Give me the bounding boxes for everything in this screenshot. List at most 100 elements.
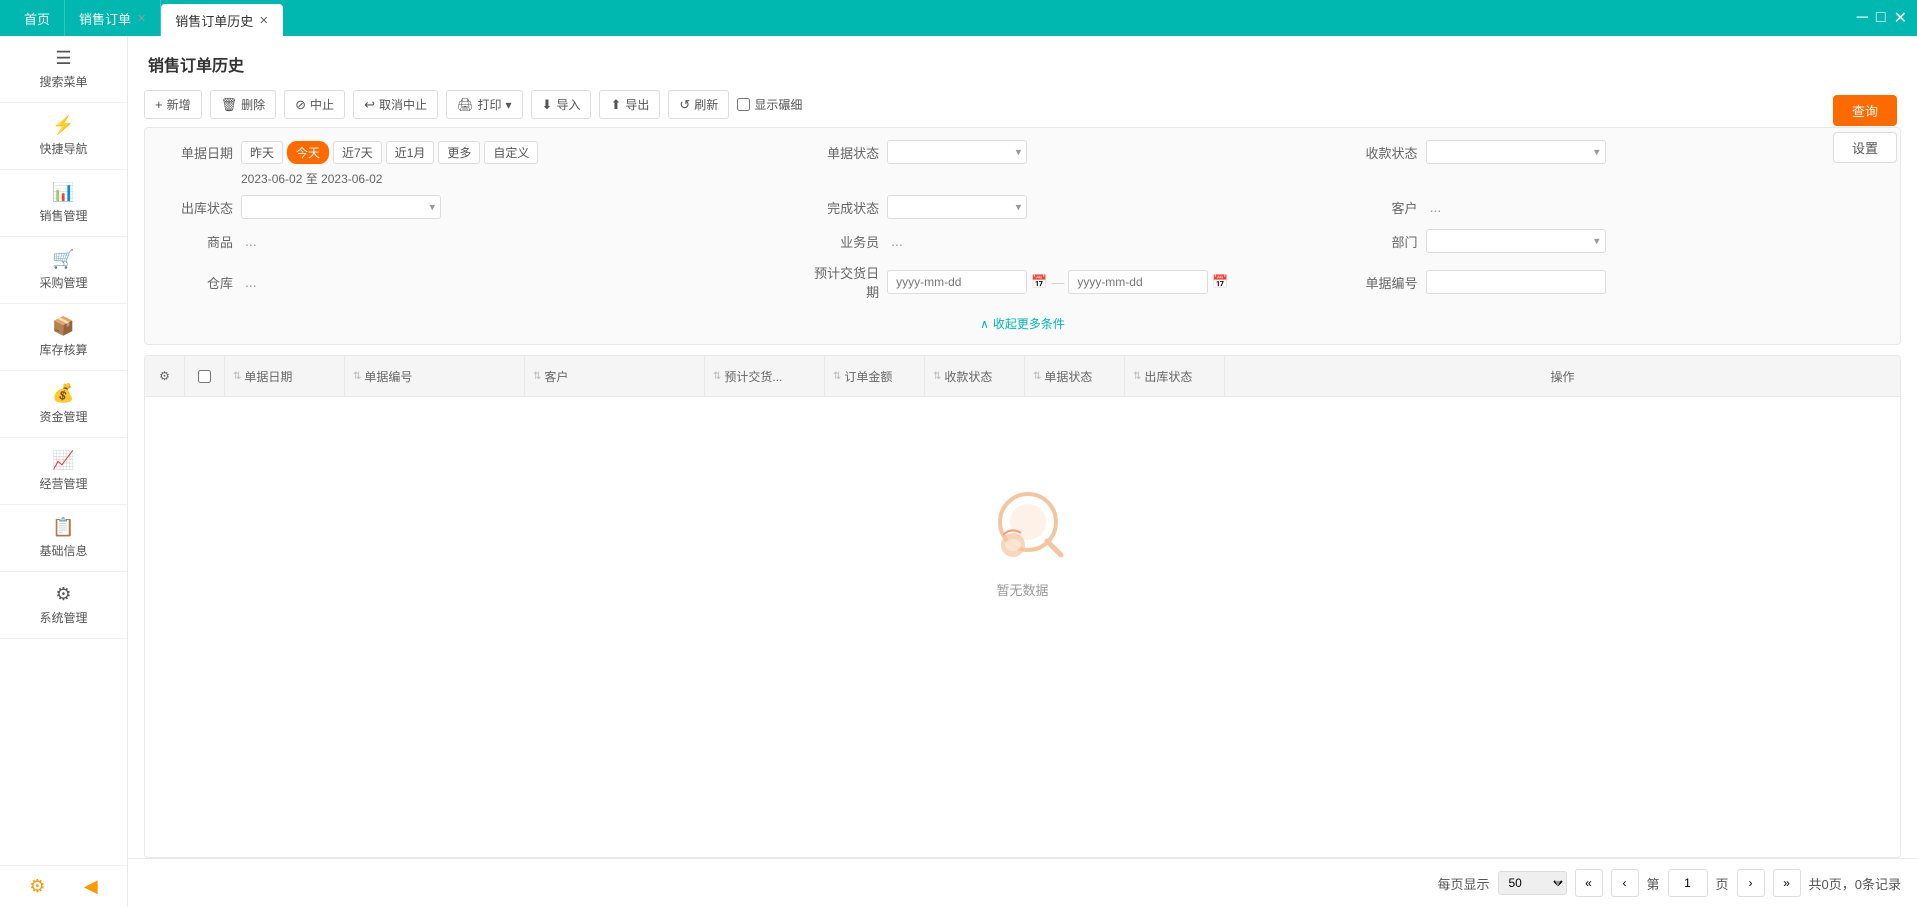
order-no-input[interactable] <box>1426 270 1606 294</box>
date-yesterday[interactable]: 昨天 <box>241 141 283 164</box>
sidebar-item-basic-info-label: 基础信息 <box>39 542 87 559</box>
sidebar-item-operations-label: 经营管理 <box>39 475 87 492</box>
delete-label: 删除 <box>241 96 265 113</box>
import-label: 导入 <box>556 96 580 113</box>
sort-date-icon[interactable]: ⇅ <box>233 371 241 382</box>
salesperson-col: 业务员 ... <box>807 232 1345 251</box>
th-check[interactable] <box>185 356 225 396</box>
page-number-input[interactable] <box>1668 869 1708 897</box>
sort-order-icon[interactable]: ⇅ <box>1033 371 1041 382</box>
basic-info-icon: 📋 <box>52 517 74 538</box>
sort-stock-icon[interactable]: ⇅ <box>1133 371 1141 382</box>
date-today[interactable]: 今天 <box>287 141 329 164</box>
purchase-icon: 🛒 <box>52 249 74 270</box>
next-page-button[interactable]: › <box>1737 869 1765 897</box>
sort-receipt-icon[interactable]: ⇅ <box>933 371 941 382</box>
complete-col: 完成状态 <box>807 195 1345 219</box>
complete-select[interactable] <box>887 195 1027 219</box>
prev-page-button[interactable]: ‹ <box>1611 869 1639 897</box>
print-button[interactable]: 🖨 打印 ▾ <box>446 90 523 119</box>
warehouse-ellipsis[interactable]: ... <box>241 274 261 290</box>
th-settings[interactable]: ⚙ <box>145 356 185 396</box>
filter-row-3: 商品 ... 业务员 ... 部门 <box>161 229 1884 253</box>
date-label: 单据日期 <box>161 143 241 162</box>
sort-delivery-icon[interactable]: ⇅ <box>713 371 721 382</box>
salesperson-ellipsis[interactable]: ... <box>887 233 907 249</box>
stock-out-wrapper <box>241 195 441 219</box>
receipt-status-label: 收款状态 <box>1346 143 1426 162</box>
sidebar-item-operations[interactable]: 📈 经营管理 <box>0 438 127 505</box>
print-icon: 🖨 <box>457 97 474 113</box>
stop-button[interactable]: ⊘ 中止 <box>284 90 345 119</box>
collapse-sidebar-icon[interactable]: ◀ <box>84 876 98 897</box>
query-button[interactable]: 查询 <box>1833 95 1897 126</box>
top-bar: 首页 销售订单 ✕ 销售订单历史 ✕ ─ □ ✕ <box>0 0 1917 36</box>
settings-bottom-icon[interactable]: ⚙ <box>29 876 45 897</box>
tab-sales-history[interactable]: 销售订单历史 ✕ <box>161 4 283 36</box>
order-status-select[interactable] <box>887 140 1027 164</box>
sort-no-icon[interactable]: ⇅ <box>353 371 361 382</box>
date-1month[interactable]: 近1月 <box>386 141 435 164</box>
collapse-label: 收起更多条件 <box>993 315 1065 332</box>
date-7days[interactable]: 近7天 <box>333 141 382 164</box>
delivery-date-to[interactable] <box>1068 270 1208 294</box>
goods-ellipsis[interactable]: ... <box>241 233 261 249</box>
print-label: 打印 <box>478 96 502 113</box>
export-button[interactable]: ⬆ 导出 <box>599 90 660 119</box>
import-button[interactable]: ⬇ 导入 <box>531 90 592 119</box>
delivery-date-from[interactable] <box>887 270 1027 294</box>
calendar-to-icon[interactable]: 📅 <box>1212 274 1228 290</box>
maximize-icon[interactable]: □ <box>1876 9 1886 27</box>
salesperson-label: 业务员 <box>807 232 887 251</box>
content-area: 销售订单历史 + 新增 🗑 删除 ⊘ 中止 ↩ 取消中止 🖨 打印 ▾ <box>128 36 1917 907</box>
date-custom[interactable]: 自定义 <box>484 141 538 164</box>
date-filter-col: 单据日期 昨天 今天 近7天 近1月 更多 自定义 <box>161 141 807 164</box>
tab-sales-order[interactable]: 销售订单 ✕ <box>65 0 161 36</box>
goods-value: ... <box>241 233 807 249</box>
sidebar-item-inventory[interactable]: 📦 库存核算 <box>0 304 127 371</box>
settings-button[interactable]: 设置 <box>1833 132 1897 163</box>
tab-home[interactable]: 首页 <box>10 0 65 36</box>
page-title: 销售订单历史 <box>128 36 1917 86</box>
delete-button[interactable]: 🗑 删除 <box>210 90 277 119</box>
minimize-icon[interactable]: ─ <box>1857 9 1868 27</box>
display-columns-checkbox[interactable]: 显示碾细 <box>737 96 802 113</box>
customer-label: 客户 <box>1346 198 1426 217</box>
customer-ellipsis[interactable]: ... <box>1426 199 1446 215</box>
page-size-select[interactable]: 20 50 100 <box>1498 871 1567 895</box>
refresh-button[interactable]: ↺ 刷新 <box>668 90 729 119</box>
tab-sales-order-close[interactable]: ✕ <box>137 12 146 25</box>
collapse-button[interactable]: ∧ 收起更多条件 <box>980 315 1065 332</box>
sort-customer-icon[interactable]: ⇅ <box>533 371 541 382</box>
sidebar-item-quick-nav[interactable]: ⚡ 快捷导航 <box>0 103 127 170</box>
close-window-icon[interactable]: ✕ <box>1894 8 1907 28</box>
warehouse-col: 仓库 ... <box>161 273 807 292</box>
last-page-button[interactable]: » <box>1773 869 1801 897</box>
tab-sales-history-close[interactable]: ✕ <box>259 14 268 27</box>
th-ops: 操作 <box>1225 356 1900 396</box>
sidebar-item-search[interactable]: ☰ 搜索菜单 <box>0 36 127 103</box>
calendar-from-icon[interactable]: 📅 <box>1031 274 1047 290</box>
sort-amount-icon[interactable]: ⇅ <box>833 371 841 382</box>
system-icon: ⚙ <box>55 584 71 605</box>
sidebar-item-sales[interactable]: 📊 销售管理 <box>0 170 127 237</box>
receipt-status-value <box>1426 140 1884 164</box>
display-columns-input[interactable] <box>737 98 750 111</box>
dept-select[interactable] <box>1426 229 1606 253</box>
sidebar-item-basic-info[interactable]: 📋 基础信息 <box>0 505 127 572</box>
sidebar-item-finance[interactable]: 💰 资金管理 <box>0 371 127 438</box>
receipt-status-col: 收款状态 <box>1346 140 1884 164</box>
sidebar-item-purchase[interactable]: 🛒 采购管理 <box>0 237 127 304</box>
cancel-stop-button[interactable]: ↩ 取消中止 <box>353 90 438 119</box>
tab-sales-order-label: 销售订单 <box>79 9 131 28</box>
first-page-button[interactable]: « <box>1575 869 1603 897</box>
new-button[interactable]: + 新增 <box>144 90 202 119</box>
select-all-checkbox[interactable] <box>198 370 211 383</box>
complete-wrapper <box>887 195 1027 219</box>
sidebar-item-system[interactable]: ⚙ 系统管理 <box>0 572 127 639</box>
stock-out-select[interactable] <box>241 195 441 219</box>
receipt-status-select[interactable] <box>1426 140 1606 164</box>
order-status-wrapper <box>887 140 1027 164</box>
th-receipt: ⇅ 收款状态 <box>925 356 1025 396</box>
date-more[interactable]: 更多 <box>438 141 480 164</box>
